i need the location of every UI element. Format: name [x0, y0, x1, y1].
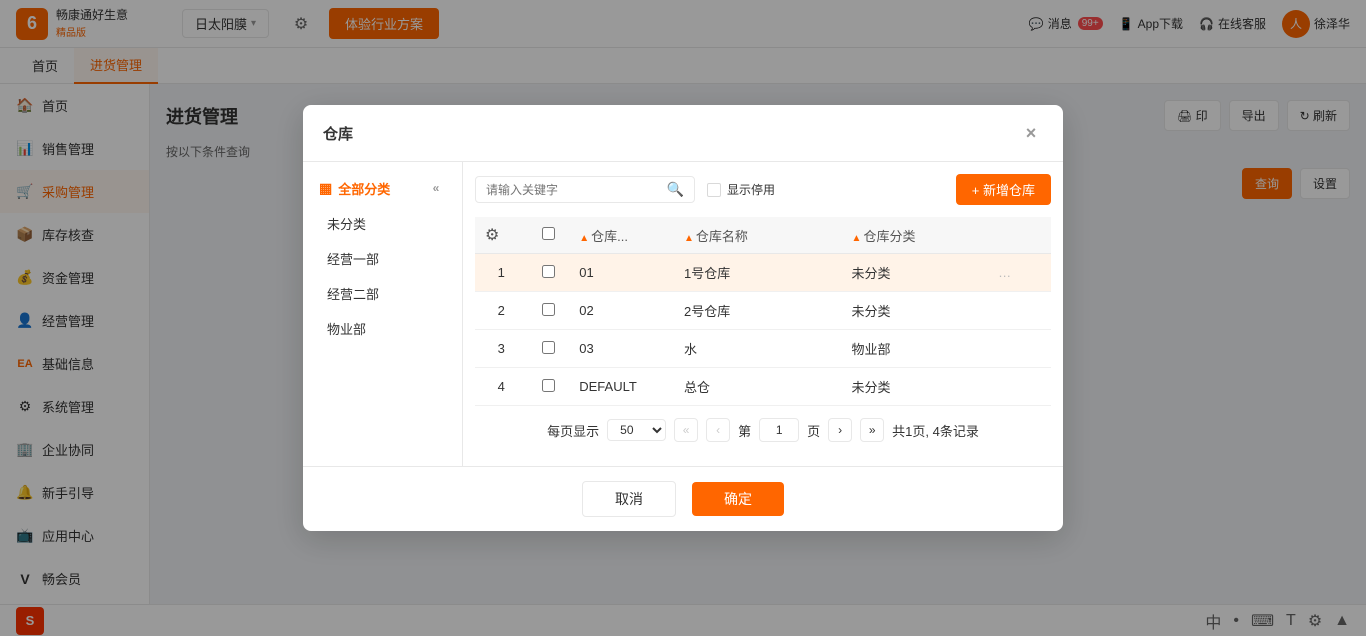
search-row: 🔍 显示停用 + 新增仓库	[475, 174, 1051, 205]
right-panel: 🔍 显示停用 + 新增仓库 ⚙	[463, 162, 1063, 466]
row-checkbox[interactable]	[527, 368, 569, 406]
row-name: 水	[674, 330, 842, 368]
row-idx: 4	[475, 368, 527, 406]
row-idx: 1	[475, 254, 527, 292]
grid-icon: ▦	[319, 180, 332, 197]
row-checkbox[interactable]	[527, 292, 569, 330]
select-all-checkbox[interactable]	[542, 227, 555, 240]
collapse-icon[interactable]: «	[426, 178, 446, 198]
all-categories-label: 全部分类	[338, 179, 390, 198]
th-name: ▲仓库名称	[674, 217, 842, 254]
page-unit: 页	[807, 421, 820, 440]
th-more	[988, 217, 1051, 254]
search-box: 🔍	[475, 176, 695, 203]
show-disabled-text: 显示停用	[727, 181, 775, 198]
table-header-row: ⚙ ▲仓库... ▲仓库名称	[475, 217, 1051, 254]
row-code: 01	[569, 254, 674, 292]
table-row: 4 DEFAULT 总仓 未分类	[475, 368, 1051, 406]
warehouse-modal: 仓库 × ▦ 全部分类 « 未分类 经营一部 经营二部 物业部	[303, 105, 1063, 531]
modal-footer: 取消 确定	[303, 466, 1063, 531]
per-page-label: 每页显示	[547, 421, 599, 440]
modal-header: 仓库 ×	[303, 105, 1063, 162]
next-page-button[interactable]: ›	[828, 418, 852, 442]
warehouse-table: ⚙ ▲仓库... ▲仓库名称	[475, 217, 1051, 406]
pagination-row: 每页显示 50 100 200 « ‹ 第 页 › » 共1页, 4条记录	[475, 406, 1051, 454]
row-more[interactable]	[988, 368, 1051, 406]
all-categories-header[interactable]: ▦ 全部分类 «	[303, 170, 462, 206]
sort-arrow-cat-icon: ▲	[852, 233, 862, 244]
table-container: ⚙ ▲仓库... ▲仓库名称	[475, 217, 1051, 406]
row-checkbox[interactable]	[527, 330, 569, 368]
total-info: 共1页, 4条记录	[892, 421, 979, 440]
per-page-select[interactable]: 50 100 200	[607, 419, 666, 441]
row-category: 物业部	[842, 330, 989, 368]
row-code: 02	[569, 292, 674, 330]
table-row: 2 02 2号仓库 未分类	[475, 292, 1051, 330]
row-idx: 3	[475, 330, 527, 368]
category-item-property[interactable]: 物业部	[303, 311, 462, 346]
sort-arrow-icon: ▲	[579, 233, 589, 244]
show-disabled-checkbox[interactable]	[707, 183, 721, 197]
row-more[interactable]	[988, 330, 1051, 368]
th-category: ▲仓库分类	[842, 217, 989, 254]
page-number-input[interactable]	[759, 418, 799, 442]
row-category: 未分类	[842, 254, 989, 292]
page-label: 第	[738, 421, 751, 440]
row-more[interactable]	[988, 292, 1051, 330]
row-name: 总仓	[674, 368, 842, 406]
table-row: 1 01 1号仓库 未分类 …	[475, 254, 1051, 292]
search-icon: 🔍	[667, 181, 684, 198]
row-name: 1号仓库	[674, 254, 842, 292]
row-code: DEFAULT	[569, 368, 674, 406]
row-name: 2号仓库	[674, 292, 842, 330]
row-idx: 2	[475, 292, 527, 330]
last-page-button[interactable]: »	[860, 418, 884, 442]
table-row: 3 03 水 物业部	[475, 330, 1051, 368]
modal-overlay: 仓库 × ▦ 全部分类 « 未分类 经营一部 经营二部 物业部	[0, 0, 1366, 636]
first-page-button[interactable]: «	[674, 418, 698, 442]
modal-title: 仓库	[323, 123, 353, 144]
cancel-button[interactable]: 取消	[582, 481, 676, 517]
row-more[interactable]: …	[988, 254, 1051, 292]
th-checkbox	[527, 217, 569, 254]
add-warehouse-button[interactable]: + 新增仓库	[956, 174, 1051, 205]
modal-close-button[interactable]: ×	[1019, 121, 1043, 145]
row-checkbox[interactable]	[527, 254, 569, 292]
confirm-button[interactable]: 确定	[692, 482, 784, 516]
category-item-unclassified[interactable]: 未分类	[303, 206, 462, 241]
modal-body: ▦ 全部分类 « 未分类 经营一部 经营二部 物业部 🔍	[303, 162, 1063, 466]
show-disabled-label[interactable]: 显示停用	[707, 181, 775, 198]
prev-page-button[interactable]: ‹	[706, 418, 730, 442]
row-code: 03	[569, 330, 674, 368]
row-category: 未分类	[842, 368, 989, 406]
th-code: ▲仓库...	[569, 217, 674, 254]
category-item-ops2[interactable]: 经营二部	[303, 276, 462, 311]
category-item-ops1[interactable]: 经营一部	[303, 241, 462, 276]
search-input[interactable]	[486, 183, 661, 197]
category-panel: ▦ 全部分类 « 未分类 经营一部 经营二部 物业部	[303, 162, 463, 466]
table-body: 1 01 1号仓库 未分类 … 2 02 2号仓	[475, 254, 1051, 406]
th-settings: ⚙	[475, 217, 527, 254]
sort-arrow-name-icon: ▲	[684, 233, 694, 244]
row-category: 未分类	[842, 292, 989, 330]
